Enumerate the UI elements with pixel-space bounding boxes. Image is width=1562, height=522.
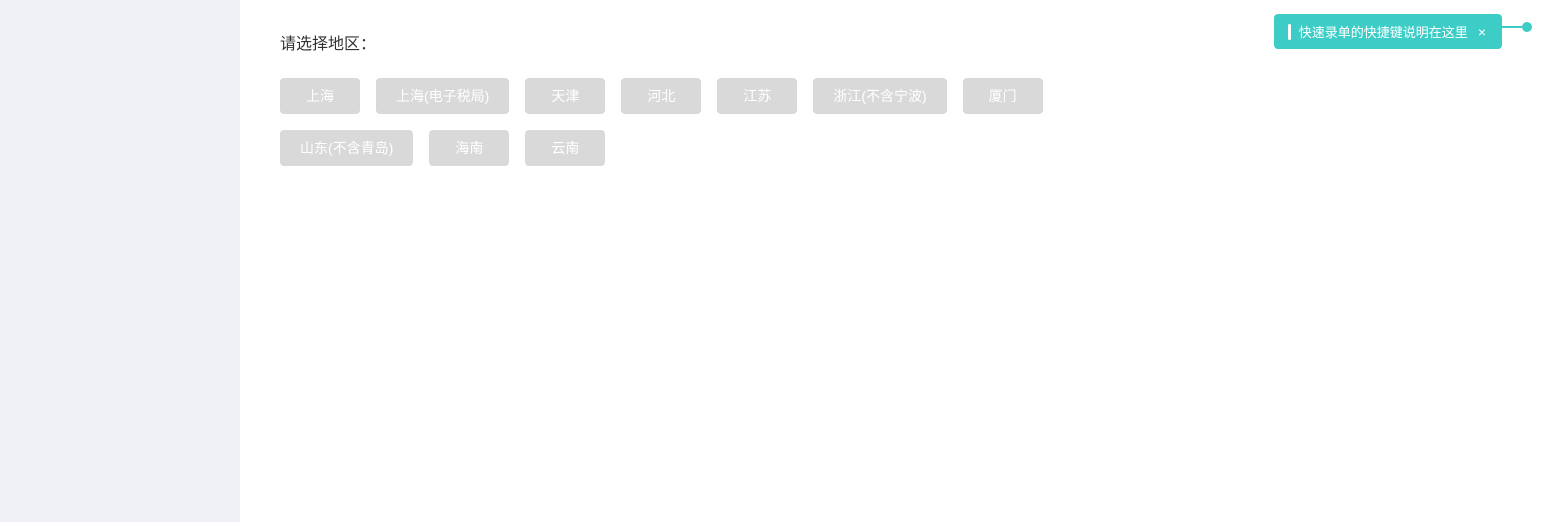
region-button[interactable]: 河北 (621, 78, 701, 114)
sidebar (0, 0, 240, 522)
tooltip-connector-dot (1522, 22, 1532, 32)
tooltip-connector-line (1502, 26, 1522, 28)
region-button[interactable]: 海南 (429, 130, 509, 166)
region-button[interactable]: 厦门 (963, 78, 1043, 114)
tooltip-popup: 快速录单的快捷键说明在这里 × (1274, 14, 1502, 49)
tooltip-close-button[interactable]: × (1476, 25, 1488, 39)
tooltip-bar (1288, 24, 1291, 40)
region-row-1: 上海上海(电子税局) 天津河北江苏浙江(不含宁波) 厦门 (280, 78, 1522, 114)
tooltip-text: 快速录单的快捷键说明在这里 (1299, 22, 1468, 41)
region-button[interactable]: 云南 (525, 130, 605, 166)
main-content: 请选择地区： 上海上海(电子税局)天津河北江苏浙江(不含宁波)厦门 山东(不含青… (240, 0, 1562, 522)
region-row-2: 山东(不含青岛) 海南云南 (280, 130, 1522, 166)
region-button[interactable]: 山东(不含青岛) (280, 130, 413, 166)
region-button[interactable]: 江苏 (717, 78, 797, 114)
region-button[interactable]: 天津 (525, 78, 605, 114)
region-button[interactable]: 上海(电子税局) (376, 78, 509, 114)
region-button[interactable]: 浙江(不含宁波) (813, 78, 946, 114)
region-button[interactable]: 上海 (280, 78, 360, 114)
